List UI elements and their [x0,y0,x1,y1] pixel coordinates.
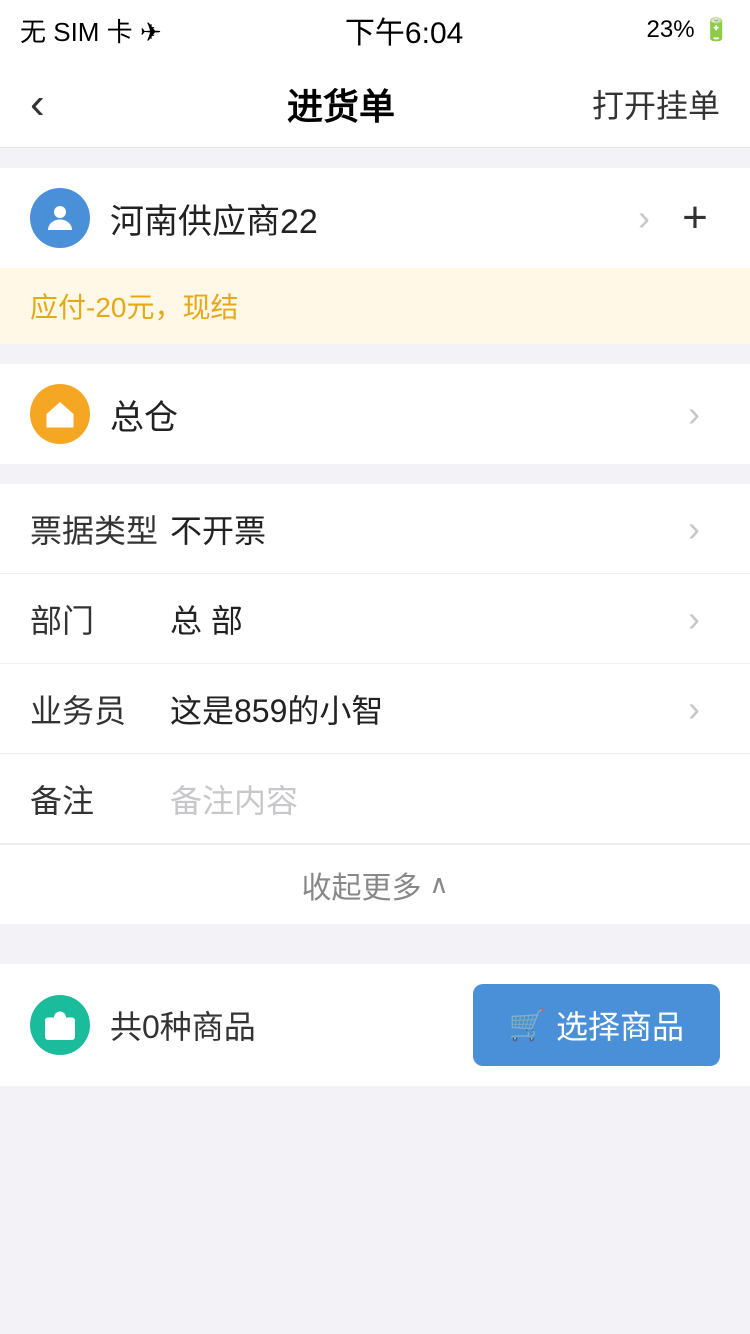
salesperson-chevron-icon: › [688,688,700,730]
warehouse-chevron-icon: › [688,393,700,435]
divider-3 [0,924,750,944]
remark-input[interactable]: 备注内容 [160,776,720,822]
supplier-section: 河南供应商22 › + [0,168,750,268]
invoice-type-row[interactable]: 票据类型 不开票 › [0,484,750,574]
shopping-bag-icon [42,1007,78,1043]
collapse-button[interactable]: 收起更多 ∧ [0,844,750,924]
page-title: 进货单 [287,78,395,130]
status-left: 无 SIM 卡 ✈ [20,12,162,49]
nav-bar: ‹ 进货单 打开挂单 [0,60,750,148]
chevron-right-icon: › [638,197,650,239]
notice-text: 应付-20元，现结 [30,292,238,323]
status-bar: 无 SIM 卡 ✈ 下午6:04 23% 🔋 [0,0,750,60]
battery-text: 23% [647,16,695,44]
select-product-button[interactable]: 🛒 选择商品 [473,984,720,1066]
invoice-chevron-icon: › [688,508,700,550]
salesperson-label: 业务员 [30,686,160,732]
warehouse-section: 总仓 › [0,364,750,464]
collapse-label: 收起更多 [301,863,421,907]
department-chevron-icon: › [688,598,700,640]
department-label: 部门 [30,596,160,642]
select-product-icon: 🛒 [509,1008,546,1043]
open-pending-button[interactable]: 打开挂单 [592,81,720,127]
invoice-type-label: 票据类型 [30,506,160,552]
form-section: 票据类型 不开票 › 部门 总 部 › 业务员 这是859的小智 › 备注 备注… [0,484,750,924]
remark-row[interactable]: 备注 备注内容 [0,754,750,844]
user-icon [42,200,78,236]
status-time: 下午6:04 [345,8,463,52]
collapse-arrow-icon: ∧ [429,869,448,900]
product-count-label: 共0种商品 [110,1002,473,1048]
divider-top [0,148,750,168]
battery-icon: 🔋 [703,17,730,43]
divider-middle [0,344,750,364]
select-product-label: 选择商品 [556,1002,684,1048]
signal-text: 无 SIM 卡 ✈ [20,12,162,49]
warehouse-row[interactable]: 总仓 › [30,364,720,464]
notice-bar: 应付-20元，现结 [0,268,750,344]
bottom-bar: 共0种商品 🛒 选择商品 [0,964,750,1086]
home-icon [42,396,78,432]
department-row[interactable]: 部门 总 部 › [0,574,750,664]
product-icon [30,995,90,1055]
supplier-row[interactable]: 河南供应商22 › + [30,168,720,268]
add-button[interactable]: + [670,193,720,243]
status-right: 23% 🔋 [647,16,730,44]
invoice-type-value: 不开票 [160,506,688,552]
back-button[interactable]: ‹ [30,79,90,129]
warehouse-icon [30,384,90,444]
remark-label: 备注 [30,776,160,822]
department-value: 总 部 [160,596,688,642]
warehouse-name: 总仓 [110,390,688,439]
divider-2 [0,464,750,484]
supplier-avatar [30,188,90,248]
salesperson-value: 这是859的小智 [160,686,688,732]
supplier-name: 河南供应商22 [110,194,638,243]
salesperson-row[interactable]: 业务员 这是859的小智 › [0,664,750,754]
